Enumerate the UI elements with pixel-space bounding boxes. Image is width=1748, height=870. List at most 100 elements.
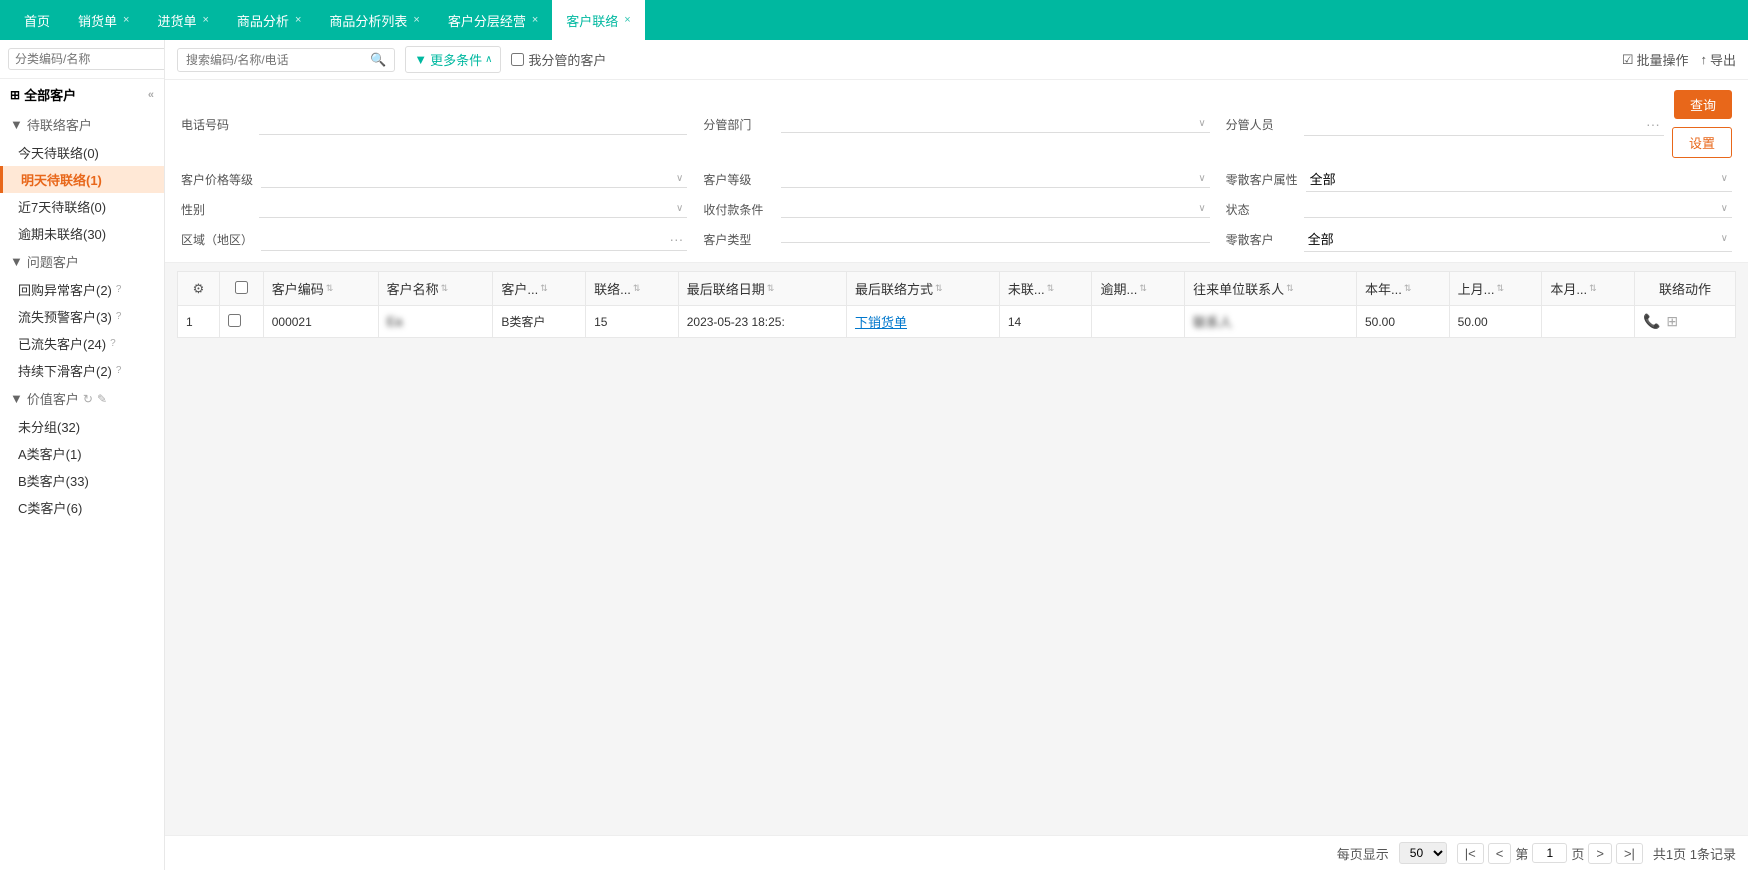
sidebar-item-class-c[interactable]: C类客户(6) xyxy=(0,494,164,521)
area-label: 区域（地区） xyxy=(181,231,253,248)
sidebar-search-input[interactable] xyxy=(8,48,165,70)
table-footer: 每页显示 50 |< < 第 页 > >| 共1页 1条记录 xyxy=(165,835,1748,870)
unit-contact-name: 联系人 xyxy=(1193,315,1232,330)
manager-select[interactable]: ··· xyxy=(1304,113,1664,136)
select-all-checkbox[interactable] xyxy=(235,281,248,294)
close-icon[interactable]: × xyxy=(413,14,419,26)
sort-icon: ⇅ xyxy=(1047,283,1055,294)
gender-label: 性别 xyxy=(181,201,251,218)
row-checkbox[interactable] xyxy=(228,314,241,327)
customer-type-select[interactable] xyxy=(781,236,1209,243)
col-unit-contacts[interactable]: 往来单位联系人 ⇅ xyxy=(1185,272,1357,306)
retail-customer-select[interactable]: 全部 ∨ xyxy=(1304,226,1732,252)
nav-purchase-order[interactable]: 进货单 × xyxy=(143,0,222,40)
help-icon[interactable]: ? xyxy=(110,338,116,349)
close-icon[interactable]: × xyxy=(123,14,129,26)
batch-ops-btn[interactable]: ☑ 批量操作 xyxy=(1622,50,1689,69)
sidebar-item-abnormal-repurchase[interactable]: 回购异常客户(2) ? xyxy=(0,276,164,303)
col-code[interactable]: 客户编码 ⇅ xyxy=(263,272,378,306)
sidebar-item-week-pending[interactable]: 近7天待联络(0) xyxy=(0,193,164,220)
chevron-down-icon: ∨ xyxy=(676,203,683,214)
sidebar-item-churned[interactable]: 已流失客户(24) ? xyxy=(0,330,164,357)
customer-type-label: 客户类型 xyxy=(703,231,773,248)
filter-row-retail-customer: 零散客户 全部 ∨ xyxy=(1226,226,1732,252)
all-customers-header[interactable]: ⊞ 全部客户 « xyxy=(0,79,164,110)
prev-page-btn[interactable]: < xyxy=(1488,843,1512,864)
filter-row-gender: 性别 ∨ xyxy=(181,200,687,218)
col-level[interactable]: 客户... ⇅ xyxy=(493,272,586,306)
contact-method-link[interactable]: 下销货单 xyxy=(855,315,907,330)
cell-unlisted: 14 xyxy=(999,306,1092,338)
customer-level-select[interactable]: ∨ xyxy=(781,170,1209,188)
search-input[interactable] xyxy=(186,53,366,67)
my-customers-checkbox[interactable]: 我分管的客户 xyxy=(511,50,606,69)
search-icon[interactable]: 🔍 xyxy=(370,52,386,68)
sidebar-search-area: 🔍 xyxy=(0,40,164,79)
nav-product-analysis-list[interactable]: 商品分析列表 × xyxy=(315,0,433,40)
retail-attr-select[interactable]: 全部 ∨ xyxy=(1306,166,1732,192)
status-select[interactable]: ∨ xyxy=(1304,200,1732,218)
col-unlisted[interactable]: 未联... ⇅ xyxy=(999,272,1092,306)
query-button[interactable]: 查询 xyxy=(1674,90,1732,119)
price-level-select[interactable]: ∨ xyxy=(261,170,687,188)
sidebar-item-overdue[interactable]: 逾期未联络(30) xyxy=(0,220,164,247)
close-icon[interactable]: × xyxy=(202,14,208,26)
area-select[interactable]: ··· xyxy=(261,228,687,251)
col-this-year[interactable]: 本年... ⇅ xyxy=(1357,272,1450,306)
nav-customer-contact[interactable]: 客户联络 × xyxy=(552,0,644,40)
nav-home[interactable]: 首页 xyxy=(10,0,64,40)
nav-product-analysis[interactable]: 商品分析 × xyxy=(223,0,315,40)
cell-checkbox[interactable] xyxy=(219,306,263,338)
col-checkbox[interactable] xyxy=(219,272,263,306)
page-size-select[interactable]: 50 xyxy=(1399,842,1447,864)
cell-unit-contacts: 联系人 xyxy=(1185,306,1357,338)
my-customers-check[interactable] xyxy=(511,53,524,66)
last-page-btn[interactable]: >| xyxy=(1616,843,1643,864)
set-button[interactable]: 设置 xyxy=(1672,127,1732,158)
nav-sales-order[interactable]: 销货单 × xyxy=(64,0,143,40)
sort-icon: ⇅ xyxy=(540,283,548,294)
payment-select[interactable]: ∨ xyxy=(781,200,1209,218)
col-last-contact-date[interactable]: 最后联络日期 ⇅ xyxy=(678,272,846,306)
sidebar-item-tomorrow-pending[interactable]: 明天待联络(1) xyxy=(0,166,164,193)
gear-icon[interactable]: ⚙ xyxy=(193,281,205,296)
cell-last-contact-method[interactable]: 下销货单 xyxy=(846,306,999,338)
sidebar-item-declining[interactable]: 持续下滑客户(2) ? xyxy=(0,357,164,384)
col-last-contact-method[interactable]: 最后联络方式 ⇅ xyxy=(846,272,999,306)
gender-select[interactable]: ∨ xyxy=(259,200,687,218)
nav-customer-tier[interactable]: 客户分层经营 × xyxy=(434,0,552,40)
sidebar-item-class-a[interactable]: A类客户(1) xyxy=(0,440,164,467)
ellipsis-icon[interactable]: ··· xyxy=(1646,116,1660,132)
col-name[interactable]: 客户名称 ⇅ xyxy=(378,272,493,306)
phone-action-icon[interactable]: 📞 xyxy=(1643,313,1660,330)
collapse-icon[interactable]: « xyxy=(148,89,154,101)
close-icon[interactable]: × xyxy=(295,14,301,26)
first-page-btn[interactable]: |< xyxy=(1457,843,1484,864)
next-page-btn[interactable]: > xyxy=(1588,843,1612,864)
close-icon[interactable]: × xyxy=(624,14,630,26)
sidebar-item-class-b[interactable]: B类客户(33) xyxy=(0,467,164,494)
export-btn[interactable]: ↑ 导出 xyxy=(1700,50,1736,69)
phone-input[interactable] xyxy=(259,114,687,135)
col-last-month[interactable]: 上月... ⇅ xyxy=(1449,272,1542,306)
grid-action-icon[interactable]: ⊞ xyxy=(1666,313,1678,330)
edit-icon[interactable]: ✎ xyxy=(97,392,107,406)
col-gear[interactable]: ⚙ xyxy=(178,272,220,306)
customers-table: ⚙ 客户编码 ⇅ 客户名称 xyxy=(177,271,1736,338)
sort-icon: ⇅ xyxy=(1139,283,1147,294)
col-contacts[interactable]: 联络... ⇅ xyxy=(586,272,679,306)
close-icon[interactable]: × xyxy=(532,14,538,26)
sidebar-item-ungrouped[interactable]: 未分组(32) xyxy=(0,413,164,440)
dept-select[interactable]: ∨ xyxy=(781,115,1209,133)
help-icon[interactable]: ? xyxy=(116,284,122,295)
help-icon[interactable]: ? xyxy=(116,365,122,376)
sidebar-item-churn-warning[interactable]: 流失预警客户(3) ? xyxy=(0,303,164,330)
page-input[interactable] xyxy=(1532,843,1567,863)
col-this-month[interactable]: 本月... ⇅ xyxy=(1542,272,1635,306)
sidebar-item-today-pending[interactable]: 今天待联络(0) xyxy=(0,139,164,166)
refresh-icon[interactable]: ↻ xyxy=(83,392,93,406)
col-overdue[interactable]: 逾期... ⇅ xyxy=(1092,272,1185,306)
ellipsis-icon[interactable]: ··· xyxy=(669,231,683,247)
more-conditions-btn[interactable]: ▼ 更多条件 ∧ xyxy=(405,46,501,73)
help-icon[interactable]: ? xyxy=(116,311,122,322)
